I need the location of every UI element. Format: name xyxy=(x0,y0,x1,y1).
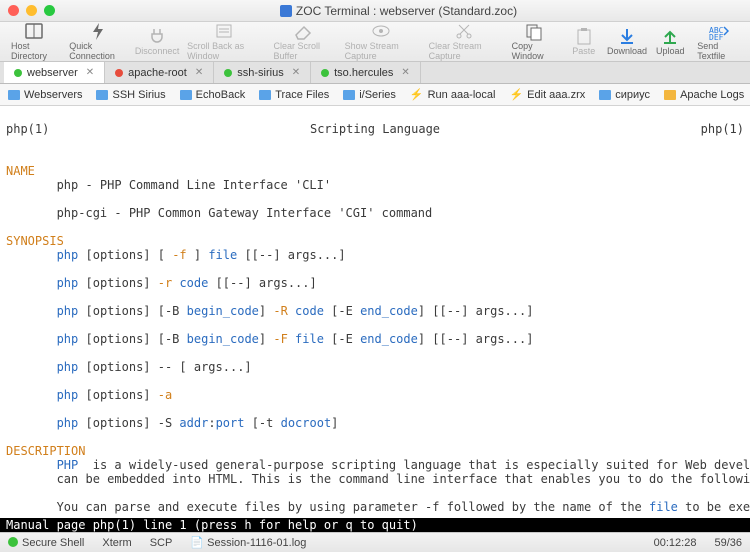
tab-apache-root[interactable]: apache-root✕ xyxy=(105,62,214,83)
scroll-icon xyxy=(213,22,235,40)
close-tab-icon[interactable]: ✕ xyxy=(292,67,300,78)
copy-icon xyxy=(523,22,545,40)
folder-icon xyxy=(180,90,192,100)
erase-icon xyxy=(292,22,314,40)
minimize-icon[interactable] xyxy=(26,5,37,16)
pager-status: Manual page php(1) line 1 (press h for h… xyxy=(0,518,750,532)
bolt-icon xyxy=(87,22,109,40)
tab-strip: webserver✕apache-root✕ssh-sirius✕tso.her… xyxy=(0,62,750,84)
status-dot-icon xyxy=(321,69,329,77)
status-pos: 59/36 xyxy=(714,537,742,549)
toolbar-disconnect: Disconnect xyxy=(134,26,180,57)
app-icon xyxy=(280,5,292,17)
man-header-left: php(1) xyxy=(6,122,49,136)
cut-icon xyxy=(453,22,475,40)
folder-icon xyxy=(599,90,611,100)
status-dot-icon xyxy=(224,69,232,77)
status-proto: SCP xyxy=(150,537,173,549)
synopsis-7: php [options] -S addr:port [-t docroot] xyxy=(6,416,338,430)
synopsis-5: php [options] -- [ args...] xyxy=(6,360,252,374)
svg-text:DEF: DEF xyxy=(709,33,724,41)
window-controls xyxy=(8,5,55,16)
bookmark-run-aaa-local[interactable]: ⚡Run aaa-local xyxy=(410,88,496,101)
bookmark-edit-aaa-zrx[interactable]: ⚡Edit aaa.zrx xyxy=(509,88,585,101)
man-header-right: php(1) xyxy=(701,122,744,136)
tab-webserver[interactable]: webserver✕ xyxy=(4,62,105,83)
toolbar-clear-scroll-buffer: Clear Scroll Buffer xyxy=(268,21,337,62)
script-icon: ⚡ xyxy=(509,88,523,101)
bookmark-echoback[interactable]: EchoBack xyxy=(180,89,246,101)
man-header-center: Scripting Language xyxy=(49,122,700,136)
terminal-view[interactable]: php(1)Scripting Languagephp(1) NAME php … xyxy=(0,106,750,518)
close-tab-icon[interactable]: ✕ xyxy=(195,67,203,78)
close-tab-icon[interactable]: ✕ xyxy=(401,67,409,78)
bookmarks-bar: Webservers SSH Sirius EchoBack Trace Files i… xyxy=(0,84,750,106)
bookmark-i-series[interactable]: i/Series xyxy=(343,89,396,101)
toolbar-scroll-back-as-window: Scroll Back as Window xyxy=(182,21,266,62)
toolbar-copy-window[interactable]: Copy Window xyxy=(507,21,562,62)
status-term: Xterm xyxy=(102,537,131,549)
close-tab-icon[interactable]: ✕ xyxy=(86,67,94,78)
tab-tso.hercules[interactable]: tso.hercules✕ xyxy=(311,62,421,83)
synopsis-2: php [options] -r code [[--] args...] xyxy=(6,276,317,290)
folder-icon xyxy=(8,90,20,100)
name-line-1: php - PHP Command Line Interface 'CLI' xyxy=(6,178,331,192)
folder-icon xyxy=(96,90,108,100)
desc-3: You can parse and execute files by using… xyxy=(6,500,750,514)
section-description: DESCRIPTION xyxy=(6,444,85,458)
desc-1: PHP is a widely-used general-purpose scr… xyxy=(6,458,750,472)
status-dot-icon xyxy=(14,69,22,77)
status-indicator-icon xyxy=(8,537,18,547)
synopsis-4: php [options] [-B begin_code] -F file [-… xyxy=(6,332,533,346)
zoom-icon[interactable] xyxy=(44,5,55,16)
synopsis-6: php [options] -a xyxy=(6,388,172,402)
up-icon xyxy=(659,27,681,45)
toolbar-clear-stream-capture: Clear Stream Capture xyxy=(424,21,505,62)
desc-2: can be embedded into HTML. This is the c… xyxy=(6,472,750,486)
status-log: 📄 Session-1116-01.log xyxy=(190,536,306,549)
bookmark-trace-files[interactable]: Trace Files xyxy=(259,89,329,101)
toolbar-show-stream-capture: Show Stream Capture xyxy=(340,21,422,62)
toolbar-download[interactable]: Download xyxy=(606,26,649,57)
toolbar-host-directory[interactable]: Host Directory xyxy=(6,21,62,62)
bookmark-webservers[interactable]: Webservers xyxy=(8,89,82,101)
synopsis-1: php [options] [ -f ] file [[--] args...] xyxy=(6,248,346,262)
folder-icon xyxy=(259,90,271,100)
book-icon xyxy=(23,22,45,40)
folder-icon xyxy=(664,90,676,100)
script-icon: ⚡ xyxy=(410,88,424,101)
bookmark-ssh-sirius[interactable]: SSH Sirius xyxy=(96,89,165,101)
paste-icon xyxy=(573,27,595,45)
bookmark-apache-logs[interactable]: Apache Logs xyxy=(664,89,744,101)
status-dot-icon xyxy=(115,69,123,77)
section-synopsis: SYNOPSIS xyxy=(6,234,64,248)
eye-icon xyxy=(370,22,392,40)
send-icon: ABCDEF xyxy=(707,22,729,40)
toolbar: Host DirectoryQuick ConnectionDisconnect… xyxy=(0,22,750,62)
plug-icon xyxy=(146,27,168,45)
tab-ssh-sirius[interactable]: ssh-sirius✕ xyxy=(214,62,311,83)
name-line-2: php-cgi - PHP Common Gateway Interface '… xyxy=(6,206,432,220)
window-title: ZOC Terminal : webserver (Standard.zoc) xyxy=(55,4,742,18)
toolbar-paste: Paste xyxy=(564,26,604,57)
synopsis-3: php [options] [-B begin_code] -R code [-… xyxy=(6,304,533,318)
folder-icon xyxy=(343,90,355,100)
toolbar-quick-connection[interactable]: Quick Connection xyxy=(64,21,132,62)
section-name: NAME xyxy=(6,164,35,178)
status-mode: Secure Shell xyxy=(8,537,84,549)
bookmark-сириус[interactable]: сириус xyxy=(599,89,650,101)
status-time: 00:12:28 xyxy=(654,537,697,549)
status-bar: Secure Shell Xterm SCP 📄 Session-1116-01… xyxy=(0,532,750,552)
toolbar-send-textfile[interactable]: ABCDEFSend Textfile xyxy=(692,21,744,62)
down-icon xyxy=(616,27,638,45)
toolbar-upload[interactable]: Upload xyxy=(650,26,690,57)
close-icon[interactable] xyxy=(8,5,19,16)
titlebar: ZOC Terminal : webserver (Standard.zoc) xyxy=(0,0,750,22)
